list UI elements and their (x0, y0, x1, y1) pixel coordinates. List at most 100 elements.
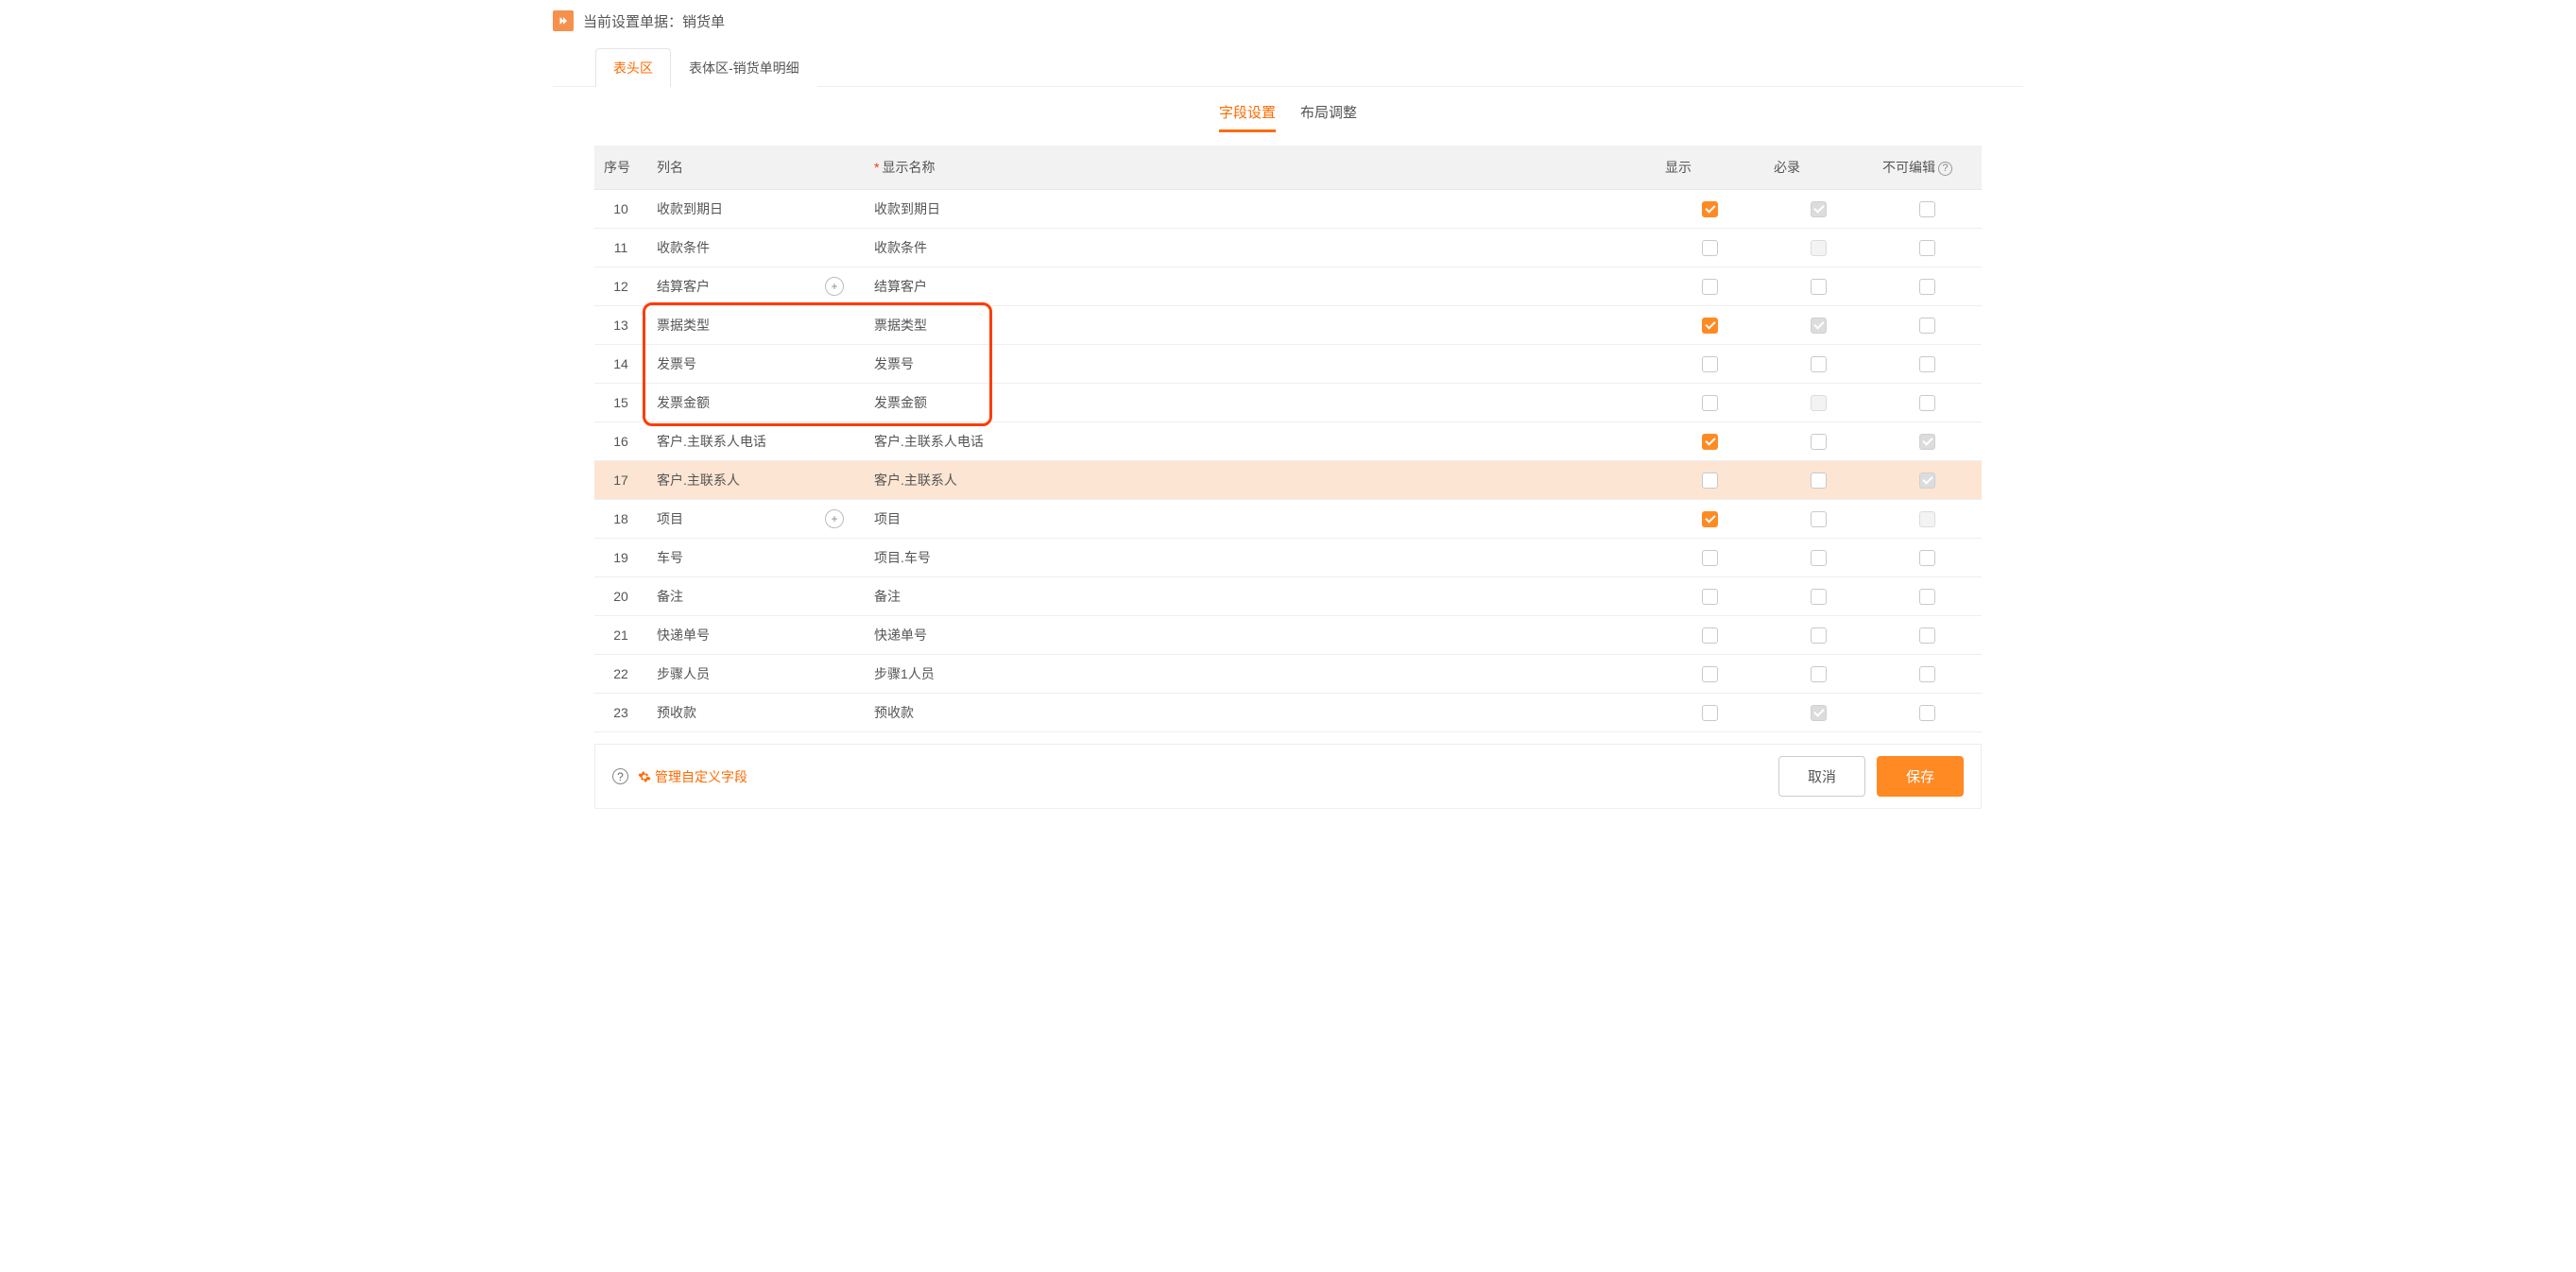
row-name: 发票金额 (657, 393, 710, 412)
readonly-checkbox[interactable] (1919, 589, 1935, 605)
table-row: 12 结算客户 + 结算客户 (594, 267, 1982, 306)
col-header-seq: 序号 (594, 146, 647, 190)
required-checkbox (1811, 395, 1827, 411)
row-name: 预收款 (657, 703, 696, 722)
help-icon[interactable]: ? (612, 768, 628, 784)
row-display-name[interactable]: 发票号 (865, 345, 1656, 384)
required-checkbox[interactable] (1811, 279, 1827, 295)
sub-tab-1[interactable]: 布局调整 (1300, 102, 1357, 132)
readonly-checkbox[interactable] (1919, 550, 1935, 566)
row-seq: 20 (594, 577, 647, 616)
manage-custom-fields-link[interactable]: 管理自定义字段 (638, 767, 747, 786)
required-checkbox[interactable] (1811, 627, 1827, 644)
readonly-checkbox[interactable] (1919, 627, 1935, 644)
table-row: 21 快递单号 快递单号 (594, 616, 1982, 655)
show-checkbox[interactable] (1702, 666, 1718, 682)
save-button[interactable]: 保存 (1877, 756, 1964, 797)
col-header-show: 显示 (1656, 146, 1764, 190)
col-header-required: 必录 (1764, 146, 1873, 190)
row-name-cell: 收款条件 (647, 229, 865, 267)
row-name-cell: 客户.主联系人电话 (647, 422, 865, 461)
table-row: 20备注备注 (594, 577, 1982, 616)
row-name: 步骤人员 (657, 664, 710, 683)
row-display-name[interactable]: 步骤1人员 (865, 655, 1656, 694)
table-row: 23 预收款 预收款 (594, 694, 1982, 732)
row-name: 车号 (657, 548, 683, 567)
readonly-checkbox[interactable] (1919, 240, 1935, 256)
show-checkbox[interactable] (1702, 511, 1718, 527)
row-name: 客户.主联系人电话 (657, 432, 766, 451)
row-seq: 23 (594, 694, 647, 732)
help-icon[interactable]: ? (1938, 162, 1952, 176)
show-checkbox[interactable] (1702, 395, 1718, 411)
add-child-button[interactable]: + (825, 277, 844, 296)
main-tab-1[interactable]: 表体区-销货单明细 (671, 48, 817, 87)
row-name-cell: 项目+ (647, 500, 865, 539)
row-name: 结算客户 (657, 277, 710, 296)
row-display-name[interactable]: 发票金额 (865, 384, 1656, 422)
show-checkbox[interactable] (1702, 627, 1718, 644)
readonly-checkbox (1919, 434, 1935, 450)
show-checkbox[interactable] (1702, 473, 1718, 489)
col-header-display: *显示名称 (865, 146, 1656, 190)
readonly-checkbox[interactable] (1919, 395, 1935, 411)
row-name-cell: 发票金额 (647, 384, 865, 422)
required-checkbox[interactable] (1811, 434, 1827, 450)
main-tabs: 表头区表体区-销货单明细 (553, 47, 2023, 87)
row-display-name[interactable]: 收款到期日 (865, 190, 1656, 229)
required-checkbox[interactable] (1811, 666, 1827, 682)
show-checkbox[interactable] (1702, 201, 1718, 217)
readonly-checkbox[interactable] (1919, 279, 1935, 295)
required-checkbox[interactable] (1811, 356, 1827, 372)
show-checkbox[interactable] (1702, 589, 1718, 605)
required-checkbox[interactable] (1811, 550, 1827, 566)
row-display-name[interactable]: 项目 (865, 500, 1656, 539)
row-name: 快递单号 (657, 626, 710, 645)
table-row: 13票据类型票据类型 (594, 306, 1982, 345)
row-seq: 12 (594, 267, 647, 306)
main-tab-0[interactable]: 表头区 (595, 48, 671, 87)
show-checkbox[interactable] (1702, 279, 1718, 295)
table-row: 10收款到期日收款到期日 (594, 190, 1982, 229)
required-checkbox (1811, 318, 1827, 334)
sub-tab-0[interactable]: 字段设置 (1219, 102, 1276, 132)
table-row: 14发票号发票号 (594, 345, 1982, 384)
show-checkbox[interactable] (1702, 318, 1718, 334)
row-display-name[interactable]: 结算客户 (865, 267, 1656, 306)
readonly-checkbox[interactable] (1919, 705, 1935, 721)
required-checkbox[interactable] (1811, 511, 1827, 527)
add-child-button[interactable]: + (825, 509, 844, 528)
collapse-toggle[interactable] (553, 10, 574, 31)
show-checkbox[interactable] (1702, 705, 1718, 721)
readonly-checkbox[interactable] (1919, 201, 1935, 217)
table-row: 18项目+项目 (594, 500, 1982, 539)
row-display-name[interactable]: 收款条件 (865, 229, 1656, 267)
row-display-name[interactable]: 项目.车号 (865, 539, 1656, 577)
row-display-name[interactable]: 客户.主联系人电话 (865, 422, 1656, 461)
row-display-name[interactable]: 备注 (865, 577, 1656, 616)
required-checkbox[interactable] (1811, 473, 1827, 489)
readonly-checkbox[interactable] (1919, 318, 1935, 334)
table-row: 11收款条件收款条件 (594, 229, 1982, 267)
show-checkbox[interactable] (1702, 240, 1718, 256)
row-display-name[interactable]: 预收款 (865, 694, 1656, 732)
col-header-name: 列名 (647, 146, 865, 190)
show-checkbox[interactable] (1702, 550, 1718, 566)
row-name-cell: 预收款 (647, 694, 865, 732)
row-display-name[interactable]: 客户.主联系人 (865, 461, 1656, 500)
row-name: 收款到期日 (657, 199, 723, 218)
row-name: 发票号 (657, 354, 696, 373)
row-name-cell: 客户.主联系人 (647, 461, 865, 500)
row-display-name[interactable]: 快递单号 (865, 616, 1656, 655)
row-display-name[interactable]: 票据类型 (865, 306, 1656, 345)
readonly-checkbox[interactable] (1919, 356, 1935, 372)
required-checkbox[interactable] (1811, 589, 1827, 605)
show-checkbox[interactable] (1702, 356, 1718, 372)
readonly-checkbox[interactable] (1919, 666, 1935, 682)
show-checkbox[interactable] (1702, 434, 1718, 450)
required-checkbox (1811, 201, 1827, 217)
sub-tabs: 字段设置布局调整 (553, 102, 2023, 132)
table-row: 22步骤人员步骤1人员 (594, 655, 1982, 694)
cancel-button[interactable]: 取消 (1778, 756, 1865, 797)
row-seq: 21 (594, 616, 647, 655)
